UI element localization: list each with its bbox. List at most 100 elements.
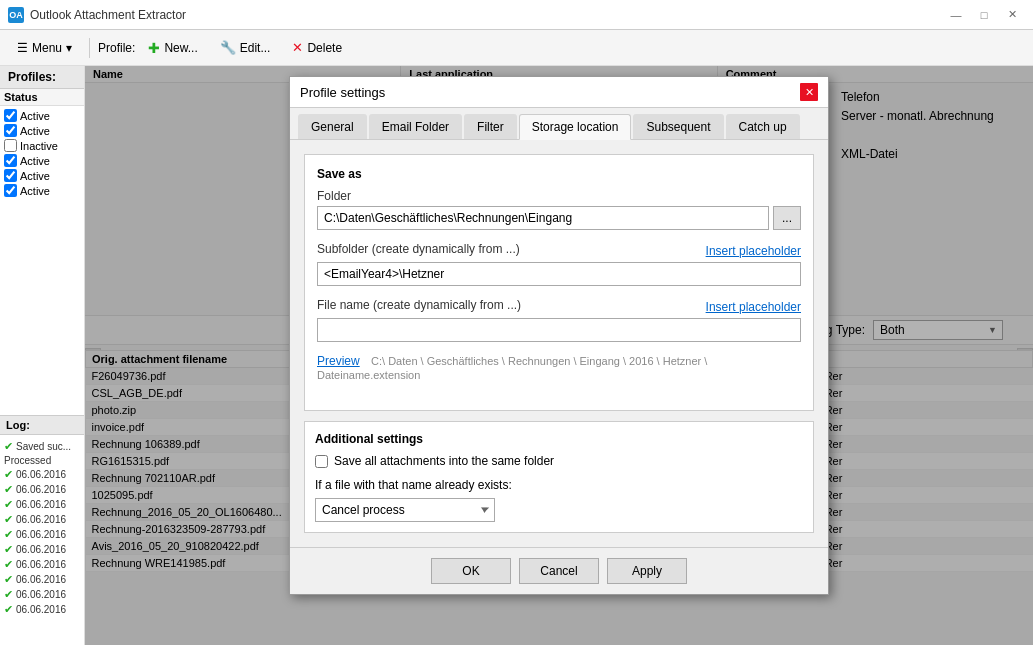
app-icon: OA: [8, 7, 24, 23]
menu-icon: ☰: [17, 41, 28, 55]
additional-settings-section: Additional settings Save all attachments…: [304, 421, 814, 533]
folder-label: Folder: [317, 189, 801, 203]
subfolder-insert-placeholder-button[interactable]: Insert placeholder: [706, 244, 801, 258]
list-item: ✔ 06.06.2016: [4, 467, 80, 482]
modal-title: Profile settings: [300, 85, 385, 100]
list-item: ✔ 06.06.2016: [4, 557, 80, 572]
list-item[interactable]: Active: [2, 108, 82, 123]
list-item: ✔ 06.06.2016: [4, 602, 80, 617]
check-icon: ✔: [4, 588, 13, 601]
check-icon: ✔: [4, 498, 13, 511]
close-button[interactable]: ✕: [999, 5, 1025, 25]
check-icon: ✔: [4, 513, 13, 526]
subfolder-input[interactable]: [317, 262, 801, 286]
profile-checkbox-3[interactable]: [4, 139, 17, 152]
list-item: ✔ 06.06.2016: [4, 497, 80, 512]
tab-general[interactable]: General: [298, 114, 367, 139]
edit-profile-button[interactable]: 🔧 Edit...: [211, 35, 280, 60]
log-header: Log:: [0, 416, 84, 435]
filename-label: File name (create dynamically from ...): [317, 298, 521, 312]
tab-subsequent[interactable]: Subsequent: [633, 114, 723, 139]
check-icon: ✔: [4, 543, 13, 556]
modal-overlay: Profile settings ✕ General Email Folder …: [85, 66, 1033, 645]
cancel-button[interactable]: Cancel: [519, 558, 599, 584]
check-icon: ✔: [4, 558, 13, 571]
check-icon: ✔: [4, 468, 13, 481]
left-panel: Profiles: Status Active Active Inactive …: [0, 66, 85, 645]
subfolder-group: Subfolder (create dynamically from ...) …: [317, 242, 801, 286]
modal-tab-content: Save as Folder ... Subfol: [290, 140, 828, 547]
modal-titlebar: Profile settings ✕: [290, 77, 828, 108]
subfolder-label: Subfolder (create dynamically from ...): [317, 242, 520, 256]
list-item: ✔ 06.06.2016: [4, 542, 80, 557]
tab-catch-up[interactable]: Catch up: [726, 114, 800, 139]
tab-storage-location[interactable]: Storage location: [519, 114, 632, 140]
list-item[interactable]: Inactive: [2, 138, 82, 153]
toolbar-separator: [89, 38, 90, 58]
profile-checkbox-4[interactable]: [4, 154, 17, 167]
exists-action-select[interactable]: Cancel process Overwrite Rename Skip: [315, 498, 495, 522]
preview-button[interactable]: Preview: [317, 354, 360, 368]
exists-label: If a file with that name already exists:: [315, 478, 803, 492]
new-profile-button[interactable]: ✚ New...: [139, 35, 206, 61]
check-icon: ✔: [4, 603, 13, 616]
profile-checkbox-1[interactable]: [4, 109, 17, 122]
browse-button[interactable]: ...: [773, 206, 801, 230]
list-item[interactable]: Active: [2, 168, 82, 183]
edit-icon: 🔧: [220, 40, 236, 55]
profile-status-list: Active Active Inactive Active Active Act…: [0, 106, 84, 200]
profile-checkbox-6[interactable]: [4, 184, 17, 197]
same-folder-checkbox[interactable]: [315, 455, 328, 468]
list-item: Processed: [4, 454, 80, 467]
log-panel: Log: ✔ Saved suc... Processed ✔ 06.06.20…: [0, 415, 84, 645]
same-folder-label: Save all attachments into the same folde…: [334, 454, 554, 468]
right-panel: Name Last application Comment Telefon Se…: [85, 66, 1033, 645]
exists-dropdown-wrapper[interactable]: Cancel process Overwrite Rename Skip: [315, 498, 495, 522]
preview-area: Preview C:\ Daten \ Geschäftliches \ Rec…: [317, 354, 801, 382]
list-item[interactable]: Active: [2, 123, 82, 138]
modal-tabs: General Email Folder Filter Storage loca…: [290, 108, 828, 140]
check-icon: ✔: [4, 573, 13, 586]
apply-button[interactable]: Apply: [607, 558, 687, 584]
profile-checkbox-2[interactable]: [4, 124, 17, 137]
filename-label-row: File name (create dynamically from ...) …: [317, 298, 801, 315]
toolbar: ☰ Menu ▾ Profile: ✚ New... 🔧 Edit... ✕ D…: [0, 30, 1033, 66]
check-icon: ✔: [4, 483, 13, 496]
delete-profile-button[interactable]: ✕ Delete: [283, 35, 351, 60]
maximize-button[interactable]: □: [971, 5, 997, 25]
subfolder-label-row: Subfolder (create dynamically from ...) …: [317, 242, 801, 259]
preview-text: C:\ Daten \ Geschäftliches \ Rechnungen …: [317, 355, 707, 381]
minimize-button[interactable]: —: [943, 5, 969, 25]
folder-input[interactable]: [317, 206, 769, 230]
filename-insert-placeholder-button[interactable]: Insert placeholder: [706, 300, 801, 314]
list-item[interactable]: Active: [2, 153, 82, 168]
profile-settings-modal: Profile settings ✕ General Email Folder …: [289, 76, 829, 595]
profiles-header: Profiles:: [0, 66, 84, 89]
app-title: Outlook Attachment Extractor: [30, 8, 186, 22]
filename-input[interactable]: [317, 318, 801, 342]
tab-filter[interactable]: Filter: [464, 114, 517, 139]
list-item: ✔ Saved suc...: [4, 439, 80, 454]
list-item: ✔ 06.06.2016: [4, 572, 80, 587]
list-item: ✔ 06.06.2016: [4, 512, 80, 527]
modal-close-button[interactable]: ✕: [800, 83, 818, 101]
filename-group: File name (create dynamically from ...) …: [317, 298, 801, 342]
ok-button[interactable]: OK: [431, 558, 511, 584]
menu-button[interactable]: ☰ Menu ▾: [8, 36, 81, 60]
list-item: ✔ 06.06.2016: [4, 587, 80, 602]
list-item[interactable]: Active: [2, 183, 82, 198]
tab-email-folder[interactable]: Email Folder: [369, 114, 462, 139]
list-item: ✔ 06.06.2016: [4, 527, 80, 542]
menu-chevron-icon: ▾: [66, 41, 72, 55]
list-item: ✔ 06.06.2016: [4, 482, 80, 497]
profile-checkbox-5[interactable]: [4, 169, 17, 182]
same-folder-row: Save all attachments into the same folde…: [315, 454, 803, 468]
window-controls: — □ ✕: [943, 5, 1025, 25]
check-icon: ✔: [4, 528, 13, 541]
folder-group: Folder ...: [317, 189, 801, 230]
check-icon: ✔: [4, 440, 13, 453]
title-bar: OA Outlook Attachment Extractor — □ ✕: [0, 0, 1033, 30]
folder-input-row: ...: [317, 206, 801, 230]
save-as-title: Save as: [317, 167, 801, 181]
log-content: ✔ Saved suc... Processed ✔ 06.06.2016 ✔ …: [0, 435, 84, 642]
